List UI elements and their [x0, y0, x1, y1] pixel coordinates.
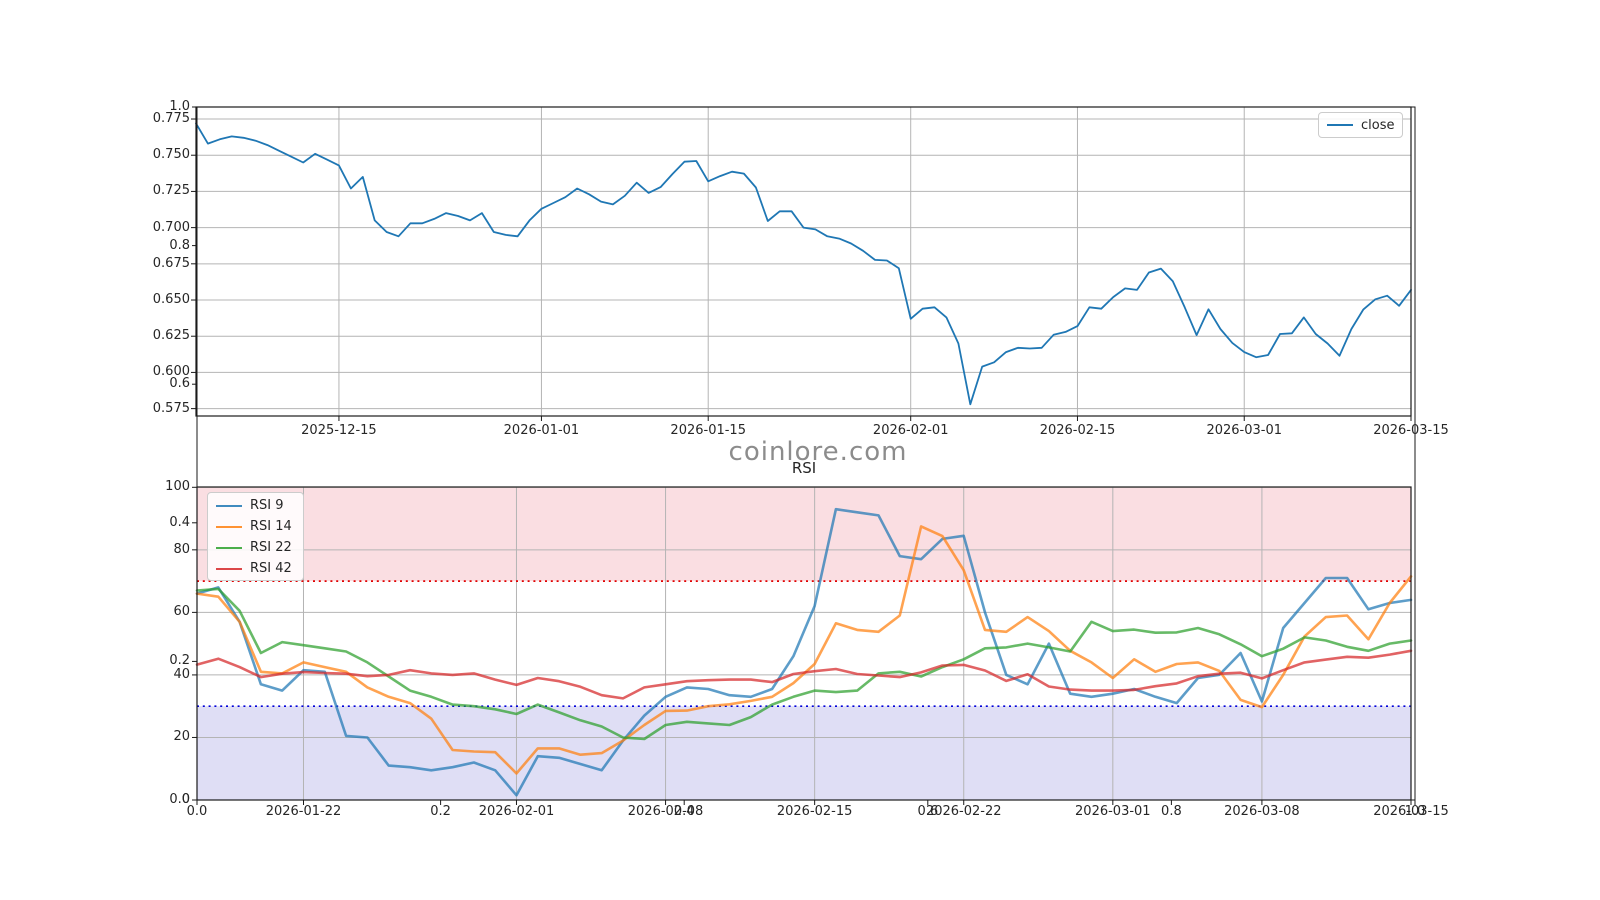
price-ytick-label: 0.575: [152, 400, 190, 416]
date-xtick-label-bottom: 2026-02-01: [478, 804, 555, 819]
base-ytick-label: 0.4: [169, 514, 190, 530]
rsi-42-line-sample: [216, 567, 242, 570]
date-xtick-label-top: 2026-03-15: [1373, 423, 1449, 438]
legend-close: close: [1318, 112, 1403, 138]
base-ytick-label: 0.2: [169, 653, 190, 669]
base-ytick-label: 0.0: [169, 792, 190, 807]
legend-close-label: close: [1361, 117, 1395, 133]
base-xtick-label: 0.4: [673, 804, 695, 819]
date-xtick-label-top: 2026-02-15: [1039, 423, 1116, 438]
date-xtick-label-top: 2025-12-15: [301, 423, 377, 438]
price-ytick-label: 0.700: [152, 219, 190, 235]
rsi-14-line-sample: [216, 525, 242, 528]
price-ytick-label: 0.725: [152, 183, 190, 199]
base-ytick-label: 0.8: [169, 237, 190, 253]
legend-label: RSI 42: [250, 561, 292, 576]
date-xtick-label-top: 2026-01-01: [503, 423, 580, 438]
close-line-sample: [1327, 124, 1353, 126]
rsi-ytick-label: 60: [173, 604, 190, 620]
date-xtick-label-bottom: 2026-03-01: [1075, 804, 1151, 819]
rsi-ytick-label: 20: [173, 729, 190, 745]
date-xtick-label-bottom: 2026-01-22: [265, 804, 342, 819]
legend-row: RSI 22: [208, 537, 303, 558]
base-xtick-label: 0.0: [186, 804, 208, 819]
rsi-ytick-label: 80: [173, 541, 190, 557]
watermark: coinlore.com: [728, 437, 908, 467]
legend-row: close: [1319, 113, 1402, 137]
base-xtick-label: 1.0: [1404, 804, 1426, 819]
base-ytick-label: 0.6: [169, 376, 190, 392]
rsi-ytick-label: 40: [173, 666, 190, 682]
legend-label: RSI 14: [250, 519, 292, 534]
legend-row: RSI 9: [208, 495, 303, 516]
legend-label: RSI 9: [250, 498, 284, 513]
date-xtick-label-top: 2026-01-15: [670, 423, 746, 438]
legend-row: RSI 42: [208, 558, 303, 579]
base-ytick-label: 1.0: [169, 99, 190, 114]
legend-label: RSI 22: [250, 540, 292, 555]
date-xtick-label-bottom: 2026-02-15: [776, 804, 853, 819]
rsi-9-line-sample: [216, 504, 242, 507]
rsi-ytick-label: 100: [165, 479, 190, 495]
date-xtick-label-top: 2026-03-01: [1206, 423, 1283, 438]
base-xtick-label: 0.2: [430, 804, 451, 819]
base-xtick-label: 0.8: [1161, 804, 1182, 819]
chart-figure: 0.575 0.600 0.625 0.650 0.675 0.700 0.725 0.750…: [0, 0, 1600, 900]
legend-rsi: RSI 9 RSI 14 RSI 22 RSI 42: [207, 492, 304, 581]
legend-row: RSI 14: [208, 516, 303, 537]
price-ytick-label: 0.650: [152, 292, 190, 308]
date-xtick-label-top: 2026-02-01: [872, 423, 949, 438]
price-ytick-label: 0.675: [152, 255, 190, 271]
rsi-22-line-sample: [216, 546, 242, 549]
price-ytick-label: 0.750: [152, 147, 190, 163]
price-ytick-label: 0.625: [152, 328, 190, 344]
base-xtick-label: 0.6: [917, 804, 939, 819]
date-xtick-label-bottom: 2026-03-08: [1224, 804, 1300, 819]
rsi-panel-title: RSI: [791, 459, 817, 477]
